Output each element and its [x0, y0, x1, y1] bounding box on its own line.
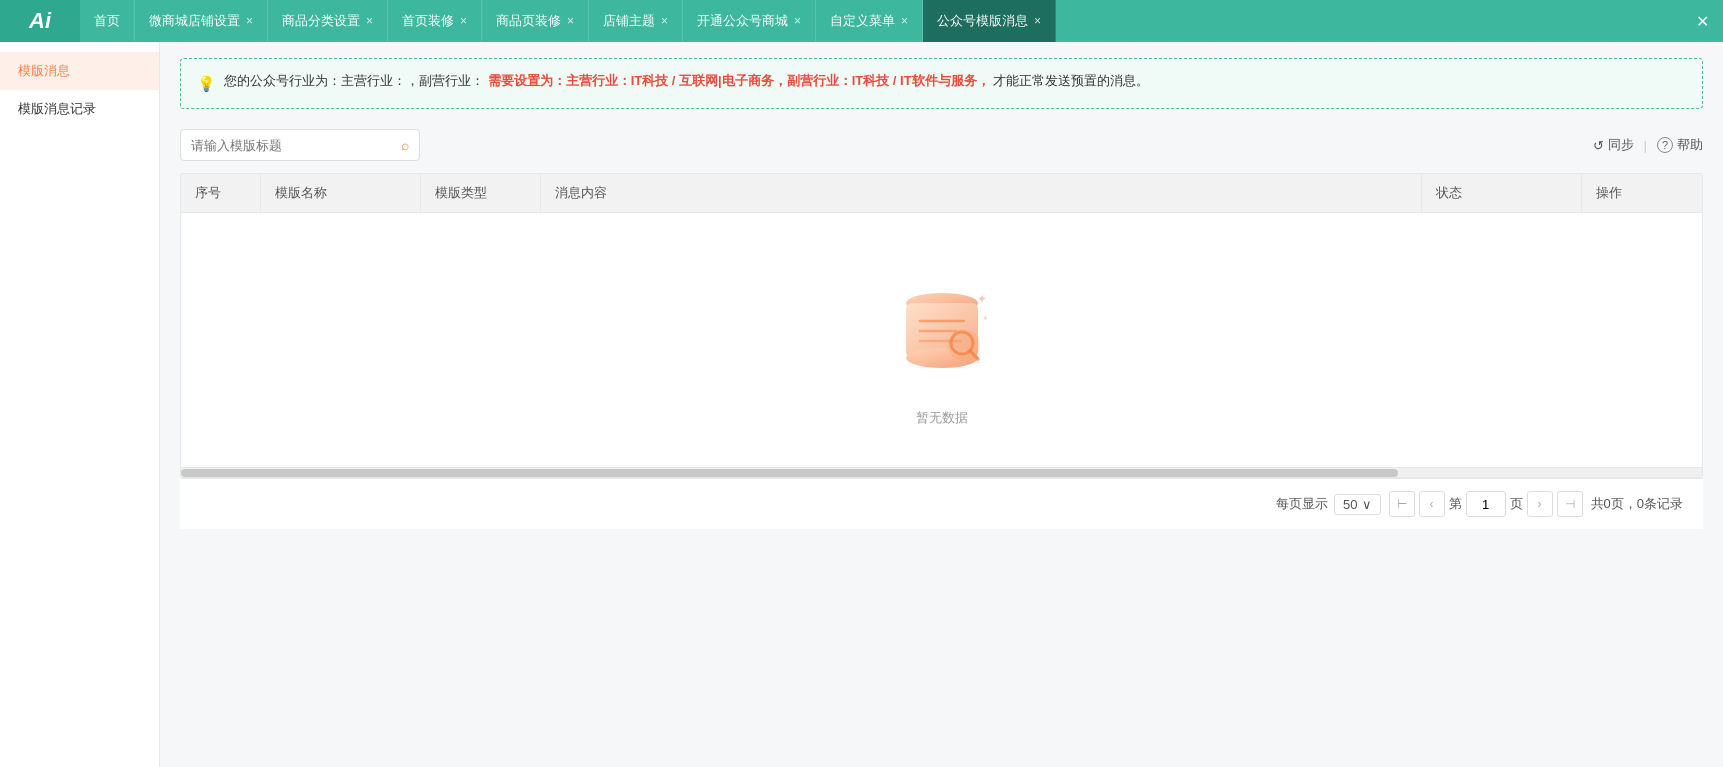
- svg-text:✦: ✦: [977, 292, 987, 306]
- horizontal-scrollbar[interactable]: [181, 467, 1702, 477]
- nav-tab-template-msg[interactable]: 公众号模版消息×: [923, 0, 1056, 42]
- sync-icon: ↺: [1593, 138, 1604, 153]
- page-size-select: 每页显示 50 ∨: [1276, 494, 1380, 515]
- page-size-chevron: ∨: [1362, 497, 1372, 512]
- toolbar-right: ↺ 同步 | ? 帮助: [1593, 136, 1703, 154]
- prev-page-button[interactable]: ‹: [1419, 491, 1445, 517]
- scrollbar-thumb[interactable]: [181, 469, 1398, 477]
- notice-highlight: 需要设置为：主营行业：IT科技 / 互联网|电子商务，副营行业：IT科技 / I…: [488, 73, 990, 88]
- page-size-box[interactable]: 50 ∨: [1334, 494, 1380, 515]
- col-type: 模版类型: [421, 174, 541, 212]
- tab-close-template-msg[interactable]: ×: [1034, 14, 1041, 28]
- empty-illustration: ✦ ✦: [882, 273, 1002, 393]
- page-size-value: 50: [1343, 497, 1357, 512]
- search-input-wrap[interactable]: ⌕: [180, 129, 420, 161]
- total-records: 共0页，0条记录: [1591, 495, 1683, 513]
- content-area: 💡 您的公众号行业为：主营行业：，副营行业： 需要设置为：主营行业：IT科技 /…: [160, 42, 1723, 767]
- nav-tab-shop-settings[interactable]: 微商城店铺设置×: [135, 0, 268, 42]
- nav-tab-product-decor[interactable]: 商品页装修×: [482, 0, 589, 42]
- col-content: 消息内容: [541, 174, 1422, 212]
- table-header: 序号 模版名称 模版类型 消息内容 状态 操作: [181, 174, 1702, 213]
- top-nav: Ai 首页微商城店铺设置×商品分类设置×首页装修×商品页装修×店铺主题×开通公众…: [0, 0, 1723, 42]
- tab-close-product-decor[interactable]: ×: [567, 14, 574, 28]
- empty-text: 暂无数据: [916, 409, 968, 427]
- sync-label: 同步: [1608, 136, 1634, 154]
- help-button[interactable]: ? 帮助: [1657, 136, 1703, 154]
- page-number-input[interactable]: [1466, 491, 1506, 517]
- help-label: 帮助: [1677, 136, 1703, 154]
- page-suffix: 页: [1510, 495, 1523, 513]
- tab-close-shop-settings[interactable]: ×: [246, 14, 253, 28]
- notice-box: 💡 您的公众号行业为：主营行业：，副营行业： 需要设置为：主营行业：IT科技 /…: [180, 58, 1703, 109]
- nav-tab-home-decor[interactable]: 首页装修×: [388, 0, 482, 42]
- nav-tab-custom-menu[interactable]: 自定义菜单×: [816, 0, 923, 42]
- close-all-button[interactable]: ✕: [1682, 12, 1723, 31]
- nav-tab-open-mall[interactable]: 开通公众号商城×: [683, 0, 816, 42]
- nav-tab-home[interactable]: 首页: [80, 0, 135, 42]
- first-page-button[interactable]: ⊢: [1389, 491, 1415, 517]
- notice-icon: 💡: [197, 72, 216, 96]
- sidebar-item-template-message[interactable]: 模版消息: [0, 52, 159, 90]
- tab-close-category-settings[interactable]: ×: [366, 14, 373, 28]
- svg-text:✦: ✦: [982, 314, 989, 323]
- col-status: 状态: [1422, 174, 1582, 212]
- data-table: 序号 模版名称 模版类型 消息内容 状态 操作: [180, 173, 1703, 478]
- app-logo: Ai: [0, 0, 80, 42]
- sync-button[interactable]: ↺ 同步: [1593, 136, 1634, 154]
- search-icon[interactable]: ⌕: [401, 137, 409, 153]
- col-index: 序号: [181, 174, 261, 212]
- sidebar-item-template-message-log[interactable]: 模版消息记录: [0, 90, 159, 128]
- notice-text: 您的公众号行业为：主营行业：，副营行业： 需要设置为：主营行业：IT科技 / 互…: [224, 71, 1149, 92]
- tab-close-custom-menu[interactable]: ×: [901, 14, 908, 28]
- tab-close-open-mall[interactable]: ×: [794, 14, 801, 28]
- search-bar: ⌕ ↺ 同步 | ? 帮助: [180, 129, 1703, 161]
- nav-tab-category-settings[interactable]: 商品分类设置×: [268, 0, 388, 42]
- pagination: 每页显示 50 ∨ ⊢ ‹ 第 页 › ⊣ 共0页，0条记录: [180, 478, 1703, 529]
- next-page-button[interactable]: ›: [1527, 491, 1553, 517]
- page-size-label: 每页显示: [1276, 495, 1328, 513]
- toolbar-divider: |: [1644, 138, 1647, 153]
- col-name: 模版名称: [261, 174, 421, 212]
- page-nav: ⊢ ‹ 第 页 › ⊣: [1389, 491, 1583, 517]
- last-page-button[interactable]: ⊣: [1557, 491, 1583, 517]
- main-layout: 模版消息模版消息记录 💡 您的公众号行业为：主营行业：，副营行业： 需要设置为：…: [0, 42, 1723, 767]
- page-input-wrap: 第 页: [1449, 491, 1523, 517]
- tab-close-shop-theme[interactable]: ×: [661, 14, 668, 28]
- page-prefix: 第: [1449, 495, 1462, 513]
- nav-tab-shop-theme[interactable]: 店铺主题×: [589, 0, 683, 42]
- tab-close-home-decor[interactable]: ×: [460, 14, 467, 28]
- nav-tabs: 首页微商城店铺设置×商品分类设置×首页装修×商品页装修×店铺主题×开通公众号商城…: [80, 0, 1682, 42]
- col-action: 操作: [1582, 174, 1702, 212]
- search-input[interactable]: [191, 138, 401, 153]
- help-icon: ?: [1657, 137, 1673, 153]
- empty-state: ✦ ✦ 暂无数据: [181, 213, 1702, 467]
- sidebar: 模版消息模版消息记录: [0, 42, 160, 767]
